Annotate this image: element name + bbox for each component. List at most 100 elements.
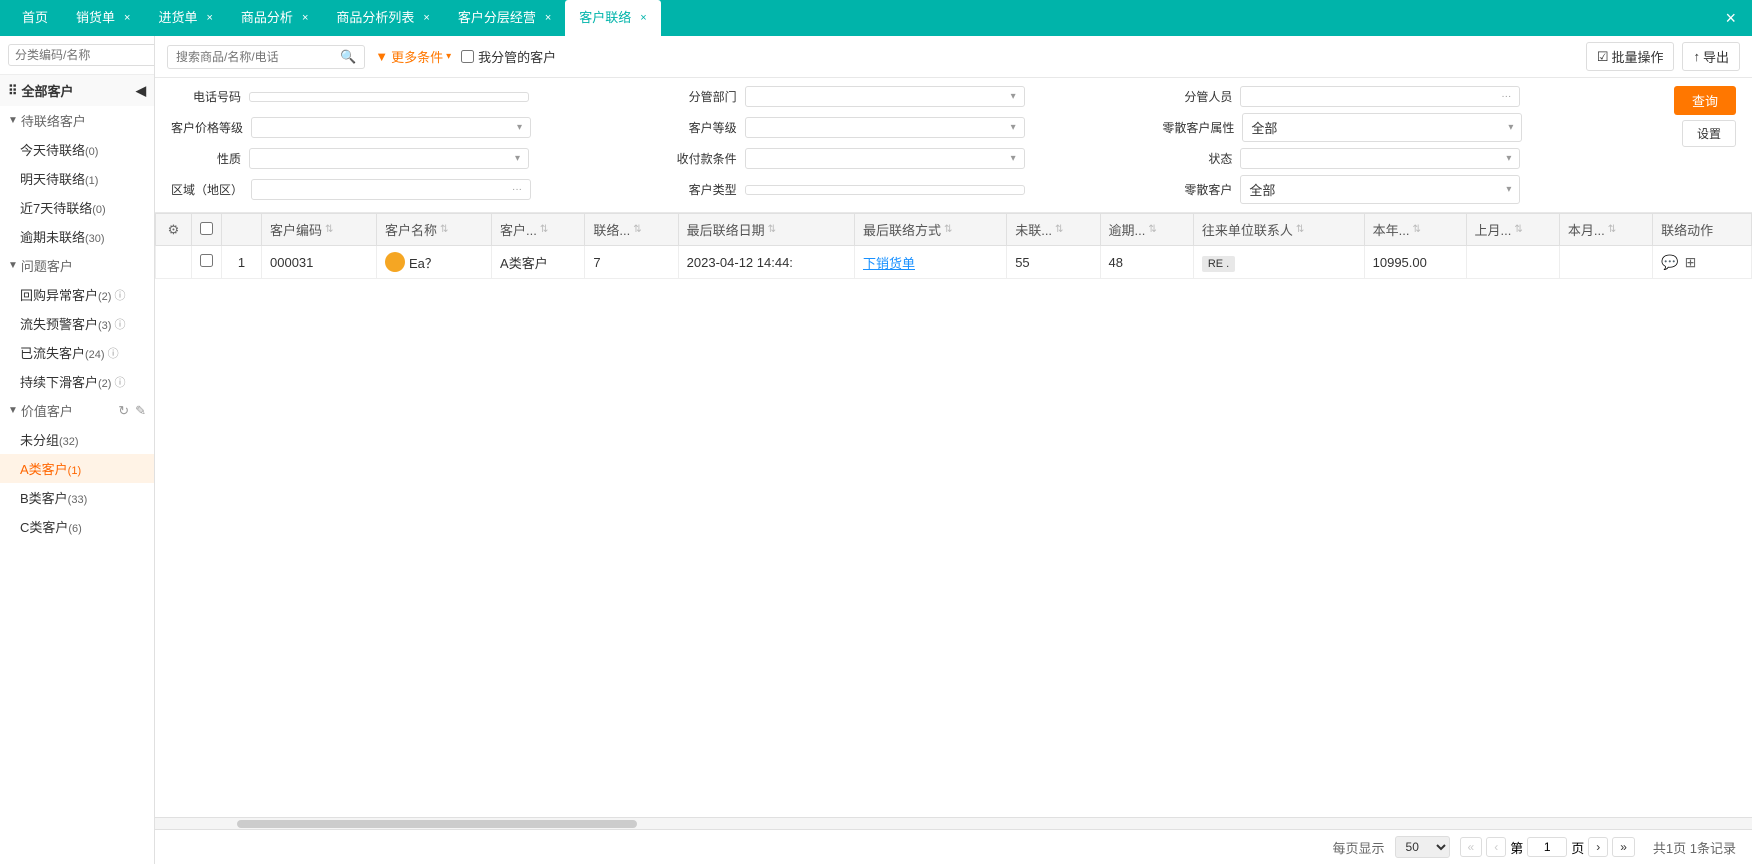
nav-home[interactable]: 首页 xyxy=(8,0,62,36)
sidebar-item-tomorrow[interactable]: 明天待联络(1) xyxy=(0,164,154,193)
page-number-input[interactable] xyxy=(1527,837,1567,857)
my-customers-checkbox[interactable] xyxy=(461,50,474,63)
page-size-select[interactable]: 50 100 xyxy=(1395,836,1450,858)
setting-button[interactable]: 设置 xyxy=(1682,120,1736,147)
close-tab-analysis-list[interactable]: × xyxy=(423,0,429,36)
filter-row-4: 区域（地区） ··· 客户类型 xyxy=(171,175,1648,204)
sidebar-item-c-class[interactable]: C类客户(6) xyxy=(0,512,154,541)
chevron-down-icon: ▾ xyxy=(446,51,451,62)
sidebar-search-input[interactable] xyxy=(8,44,155,66)
sort-icon[interactable]: ⇅ xyxy=(633,224,641,235)
scrollbar-thumb[interactable] xyxy=(237,820,637,828)
sidebar-item-ungrouped[interactable]: 未分组(32) xyxy=(0,425,154,454)
grid-icon[interactable]: ⊞ xyxy=(1685,254,1697,271)
sidebar-group-pending[interactable]: ▼ 待联络客户 xyxy=(0,106,154,135)
td-name: Ea？ xyxy=(377,246,492,279)
phone-input[interactable] xyxy=(249,92,529,102)
export-button[interactable]: ↑ 导出 xyxy=(1682,42,1740,71)
sort-icon[interactable]: ⇅ xyxy=(1296,224,1304,235)
row-checkbox[interactable] xyxy=(200,254,213,267)
nav-tab-sales[interactable]: 销货单 × xyxy=(62,0,144,36)
td-contact: 7 xyxy=(585,246,678,279)
sort-icon[interactable]: ⇅ xyxy=(944,224,952,235)
filter-col-dept: 分管部门 ▾ xyxy=(667,86,1153,107)
nav-tab-analysis-list[interactable]: 商品分析列表 × xyxy=(322,0,443,36)
payment-select[interactable]: ▾ xyxy=(745,148,1025,169)
sort-icon[interactable]: ⇅ xyxy=(1608,224,1616,235)
sort-icon[interactable]: ⇅ xyxy=(440,224,448,235)
sort-icon[interactable]: ⇅ xyxy=(1148,224,1156,235)
scatter-select[interactable]: 全部 ▾ xyxy=(1240,175,1520,204)
scatter-attr-select[interactable]: 全部 ▾ xyxy=(1242,113,1522,142)
select-all-checkbox[interactable] xyxy=(200,222,213,235)
window-close-button[interactable]: × xyxy=(1717,8,1744,29)
sidebar-item-abnormal[interactable]: 回购异常客户(2) ⓘ xyxy=(0,280,154,309)
close-tab-customer-contact[interactable]: × xyxy=(640,0,646,36)
grade-select[interactable]: ▾ xyxy=(745,117,1025,138)
refresh-icon[interactable]: ↻ xyxy=(118,403,129,419)
status-select[interactable]: ▾ xyxy=(1240,148,1520,169)
sidebar-item-overdue[interactable]: 逾期未联络(30) xyxy=(0,222,154,251)
nav-tab-customer-contact[interactable]: 客户联络 × xyxy=(565,0,660,36)
close-tab-analysis[interactable]: × xyxy=(302,0,308,36)
last-contact-link[interactable]: 下销货单 xyxy=(863,256,915,271)
sidebar-group-value[interactable]: ▼ 价值客户 ↻ ✎ xyxy=(0,396,154,425)
dept-select[interactable]: ▾ xyxy=(745,86,1025,107)
search-input[interactable] xyxy=(176,50,336,64)
chevron-down-icon: ▾ xyxy=(1508,122,1513,133)
th-category: 客户... ⇅ xyxy=(492,214,585,246)
nav-tab-purchase[interactable]: 进货单 × xyxy=(144,0,226,36)
sort-icon[interactable]: ⇅ xyxy=(1514,224,1522,235)
top-nav: 首页 销货单 × 进货单 × 商品分析 × 商品分析列表 × 客户分层经营 × … xyxy=(0,0,1752,36)
region-input[interactable]: ··· xyxy=(251,179,531,200)
next-page-button[interactable]: › xyxy=(1588,837,1608,857)
batch-op-button[interactable]: ☑ 批量操作 xyxy=(1586,42,1675,71)
sidebar-search-area: 🔍 xyxy=(0,36,154,75)
person-input[interactable]: ··· xyxy=(1240,86,1520,107)
sidebar-item-churned[interactable]: 已流失客户(24) ⓘ xyxy=(0,338,154,367)
filter-row-3: 性质 ▾ 收付款条件 ▾ xyxy=(171,148,1648,169)
customer-type-input[interactable] xyxy=(745,185,1025,195)
nav-tab-customer-tier[interactable]: 客户分层经营 × xyxy=(444,0,565,36)
sort-icon[interactable]: ⇅ xyxy=(1412,224,1420,235)
filter-row-1: 电话号码 分管部门 ▾ xyxy=(171,86,1648,107)
close-tab-customer-tier[interactable]: × xyxy=(545,0,551,36)
sidebar-group-problem[interactable]: ▼ 问题客户 xyxy=(0,251,154,280)
sidebar-item-7days[interactable]: 近7天待联络(0) xyxy=(0,193,154,222)
price-grade-select[interactable]: ▾ xyxy=(251,117,531,138)
search-icon[interactable]: 🔍 xyxy=(340,49,356,65)
nature-select[interactable]: ▾ xyxy=(249,148,529,169)
sidebar-item-churn-warn[interactable]: 流失预警客户(3) ⓘ xyxy=(0,309,154,338)
collapse-icon[interactable]: ◀ xyxy=(136,83,146,99)
sidebar-item-today[interactable]: 今天待联络(0) xyxy=(0,135,154,164)
filter-icon: ▼ xyxy=(375,49,388,64)
edit-icon[interactable]: ✎ xyxy=(135,403,146,419)
info-icon: ⓘ xyxy=(114,374,125,390)
sort-icon[interactable]: ⇅ xyxy=(768,224,776,235)
chevron-down-icon: ▾ xyxy=(515,153,520,164)
more-conditions-btn[interactable]: ▼ 更多条件 ▾ xyxy=(375,47,451,66)
first-page-button[interactable]: « xyxy=(1460,837,1483,857)
sort-icon[interactable]: ⇅ xyxy=(1055,224,1063,235)
sidebar-item-a-class[interactable]: A类客户(1) xyxy=(0,454,154,483)
close-tab-sales[interactable]: × xyxy=(124,0,130,36)
td-action: 💬 ⊞ xyxy=(1653,246,1752,279)
all-customers-header[interactable]: ⠿ 全部客户 ◀ xyxy=(0,75,154,106)
sidebar-item-declining[interactable]: 持续下滑客户(2) ⓘ xyxy=(0,367,154,396)
prev-page-button[interactable]: ‹ xyxy=(1486,837,1506,857)
nav-tab-analysis[interactable]: 商品分析 × xyxy=(227,0,322,36)
filter-col-region: 区域（地区） ··· xyxy=(171,179,657,200)
sort-icon[interactable]: ⇅ xyxy=(540,224,548,235)
close-tab-purchase[interactable]: × xyxy=(206,0,212,36)
sort-icon[interactable]: ⇅ xyxy=(325,224,333,235)
horizontal-scrollbar[interactable] xyxy=(155,817,1752,829)
info-icon: ⓘ xyxy=(114,316,125,332)
td-this-year: 10995.00 xyxy=(1364,246,1466,279)
chat-icon[interactable]: 💬 xyxy=(1661,254,1678,271)
sidebar-item-b-class[interactable]: B类客户(33) xyxy=(0,483,154,512)
filter-bar: 🔍 ▼ 更多条件 ▾ 我分管的客户 ☑ 批量操作 ↑ 导出 xyxy=(155,36,1752,78)
page-nav: « ‹ 第 页 › » xyxy=(1460,837,1635,857)
query-button[interactable]: 查询 xyxy=(1674,86,1736,115)
last-page-button[interactable]: » xyxy=(1612,837,1635,857)
settings-icon[interactable]: ⚙ xyxy=(168,222,180,237)
